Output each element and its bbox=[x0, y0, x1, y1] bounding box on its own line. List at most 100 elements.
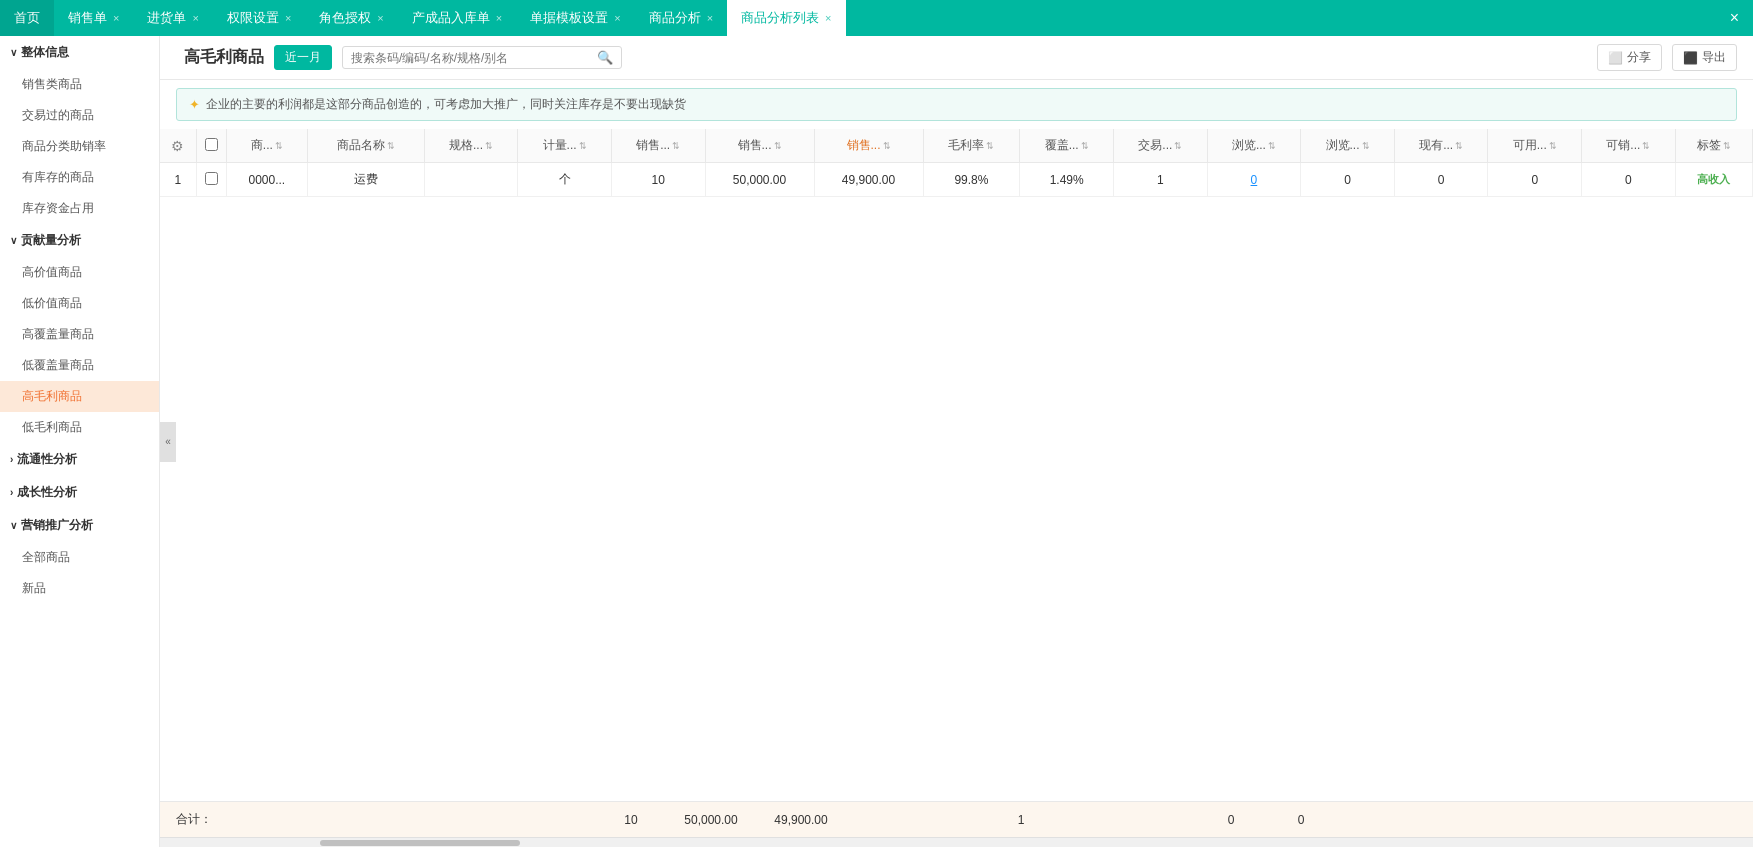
col-trade[interactable]: 交易... ⇅ bbox=[1114, 129, 1208, 163]
cell-view2: 0 bbox=[1301, 163, 1395, 197]
cell-current-stock: 0 bbox=[1394, 163, 1488, 197]
col-unit[interactable]: 计量... ⇅ bbox=[518, 129, 612, 163]
arrow-down-icon: ∨ bbox=[10, 47, 17, 58]
sidebar-item-low-coverage[interactable]: 低覆盖量商品 bbox=[0, 350, 159, 381]
sidebar-item-in-stock[interactable]: 有库存的商品 bbox=[0, 162, 159, 193]
close-template-tab[interactable]: × bbox=[614, 12, 620, 24]
arrow-down-icon2: ∨ bbox=[10, 235, 17, 246]
col-sale-cost[interactable]: 销售... ⇅ bbox=[814, 129, 923, 163]
sidebar-group-liquidity[interactable]: › 流通性分析 bbox=[0, 443, 159, 476]
export-button[interactable]: ⬛ 导出 bbox=[1672, 44, 1737, 71]
nav-role[interactable]: 角色授权 × bbox=[305, 0, 397, 36]
sort-icon2: ⇅ bbox=[387, 141, 395, 151]
sidebar-group-contribution[interactable]: ∨ 贡献量分析 bbox=[0, 224, 159, 257]
sidebar-group-marketing[interactable]: ∨ 营销推广分析 bbox=[0, 509, 159, 542]
cell-sale-amount: 50,000.00 bbox=[705, 163, 814, 197]
sort-icon4: ⇅ bbox=[579, 141, 587, 151]
share-button[interactable]: ⬜ 分享 bbox=[1597, 44, 1662, 71]
col-sale-amount[interactable]: 销售... ⇅ bbox=[705, 129, 814, 163]
cell-view1[interactable]: 0 bbox=[1207, 163, 1301, 197]
col-view2[interactable]: 浏览... ⇅ bbox=[1301, 129, 1395, 163]
footer-sale-qty: 10 bbox=[596, 813, 666, 827]
close-product-analysis-tab[interactable]: × bbox=[707, 12, 713, 24]
close-product-analysis-list-tab[interactable]: × bbox=[825, 12, 831, 24]
col-spec[interactable]: 规格... ⇅ bbox=[424, 129, 518, 163]
search-icon[interactable]: 🔍 bbox=[597, 50, 613, 65]
close-role-tab[interactable]: × bbox=[377, 12, 383, 24]
table-row: 1 0000... 运费 个 10 50,000.00 49,900.00 99… bbox=[160, 163, 1753, 197]
close-sales-tab[interactable]: × bbox=[113, 12, 119, 24]
footer-label: 合计： bbox=[176, 811, 212, 828]
sidebar-item-sales-goods[interactable]: 销售类商品 bbox=[0, 69, 159, 100]
content-header: 高毛利商品 近一月 🔍 ⬜ 分享 ⬛ 导出 bbox=[160, 36, 1753, 80]
sidebar-collapse-button[interactable]: « bbox=[160, 422, 176, 462]
sort-icon13: ⇅ bbox=[1455, 141, 1463, 151]
sidebar-item-high-value[interactable]: 高价值商品 bbox=[0, 257, 159, 288]
nav-sales[interactable]: 销售单 × bbox=[54, 0, 133, 36]
cell-trade: 1 bbox=[1114, 163, 1208, 197]
sidebar-group-overall[interactable]: ∨ 整体信息 bbox=[0, 36, 159, 69]
search-box: 🔍 bbox=[342, 46, 622, 69]
col-current-stock[interactable]: 现有... ⇅ bbox=[1394, 129, 1488, 163]
cell-checkbox[interactable] bbox=[196, 163, 226, 197]
cell-name: 运费 bbox=[308, 163, 425, 197]
nav-product-analysis-list[interactable]: 商品分析列表 × bbox=[727, 0, 845, 36]
nav-product-analysis[interactable]: 商品分析 × bbox=[635, 0, 727, 36]
col-view1[interactable]: 浏览... ⇅ bbox=[1207, 129, 1301, 163]
sidebar-item-stock-capital[interactable]: 库存资金占用 bbox=[0, 193, 159, 224]
sort-icon8: ⇅ bbox=[986, 141, 994, 151]
nav-template[interactable]: 单据模板设置 × bbox=[516, 0, 634, 36]
nav-home[interactable]: 首页 bbox=[0, 0, 54, 36]
sidebar-item-low-margin[interactable]: 低毛利商品 bbox=[0, 412, 159, 443]
col-checkbox[interactable] bbox=[196, 129, 226, 163]
arrow-right-icon2: › bbox=[10, 487, 13, 498]
sidebar-item-new-goods[interactable]: 新品 bbox=[0, 573, 159, 604]
col-tag[interactable]: 标签 ⇅ bbox=[1675, 129, 1752, 163]
col-coverage[interactable]: 覆盖... ⇅ bbox=[1020, 129, 1114, 163]
row-checkbox[interactable] bbox=[205, 172, 218, 185]
data-table: ⚙ 商... ⇅ 商品名称 bbox=[160, 129, 1753, 197]
col-gear[interactable]: ⚙ bbox=[160, 129, 196, 163]
info-banner: ✦ 企业的主要的利润都是这部分商品创造的，可考虑加大推广，同时关注库存是不要出现… bbox=[176, 88, 1737, 121]
sort-icon12: ⇅ bbox=[1362, 141, 1370, 151]
close-purchase-tab[interactable]: × bbox=[192, 12, 198, 24]
nav-permission[interactable]: 权限设置 × bbox=[213, 0, 305, 36]
col-gross-margin[interactable]: 毛利率 ⇅ bbox=[923, 129, 1020, 163]
sort-icon5: ⇅ bbox=[672, 141, 680, 151]
arrow-down-icon3: ∨ bbox=[10, 520, 17, 531]
sidebar-item-low-value[interactable]: 低价值商品 bbox=[0, 288, 159, 319]
cell-index: 1 bbox=[160, 163, 196, 197]
col-salable-stock[interactable]: 可销... ⇅ bbox=[1582, 129, 1676, 163]
cell-tag: 高收入 bbox=[1675, 163, 1752, 197]
horizontal-scrollbar[interactable] bbox=[160, 837, 1753, 847]
nav-purchase[interactable]: 进货单 × bbox=[133, 0, 212, 36]
sidebar-item-category-rate[interactable]: 商品分类助销率 bbox=[0, 131, 159, 162]
share-icon: ⬜ bbox=[1608, 51, 1623, 65]
footer-trade: 1 bbox=[986, 813, 1056, 827]
nav-product-instock[interactable]: 产成品入库单 × bbox=[398, 0, 516, 36]
cell-coverage: 1.49% bbox=[1020, 163, 1114, 197]
top-nav: 首页 销售单 × 进货单 × 权限设置 × 角色授权 × 产成品入库单 × 单据… bbox=[0, 0, 1753, 36]
filter-recent-month-button[interactable]: 近一月 bbox=[274, 45, 332, 70]
sidebar-group-growth[interactable]: › 成长性分析 bbox=[0, 476, 159, 509]
col-name[interactable]: 商品名称 ⇅ bbox=[308, 129, 425, 163]
select-all-checkbox[interactable] bbox=[205, 138, 218, 151]
search-input[interactable] bbox=[351, 51, 597, 65]
sidebar-item-high-margin[interactable]: 高毛利商品 bbox=[0, 381, 159, 412]
scrollbar-thumb[interactable] bbox=[320, 840, 520, 846]
cell-usable-stock: 0 bbox=[1488, 163, 1582, 197]
sort-icon: ⇅ bbox=[275, 141, 283, 151]
close-permission-tab[interactable]: × bbox=[285, 12, 291, 24]
close-product-instock-tab[interactable]: × bbox=[496, 12, 502, 24]
sidebar-item-all-goods[interactable]: 全部商品 bbox=[0, 542, 159, 573]
col-code[interactable]: 商... ⇅ bbox=[226, 129, 308, 163]
sort-icon10: ⇅ bbox=[1174, 141, 1182, 151]
gear-icon[interactable]: ⚙ bbox=[171, 138, 184, 154]
col-usable-stock[interactable]: 可用... ⇅ bbox=[1488, 129, 1582, 163]
footer-sale-cost: 49,900.00 bbox=[756, 813, 846, 827]
sidebar-item-high-coverage[interactable]: 高覆盖量商品 bbox=[0, 319, 159, 350]
window-close-button[interactable]: × bbox=[1716, 0, 1753, 36]
col-sale-qty[interactable]: 销售... ⇅ bbox=[611, 129, 705, 163]
sidebar-item-traded-goods[interactable]: 交易过的商品 bbox=[0, 100, 159, 131]
table-wrapper[interactable]: ⚙ 商... ⇅ 商品名称 bbox=[160, 129, 1753, 801]
